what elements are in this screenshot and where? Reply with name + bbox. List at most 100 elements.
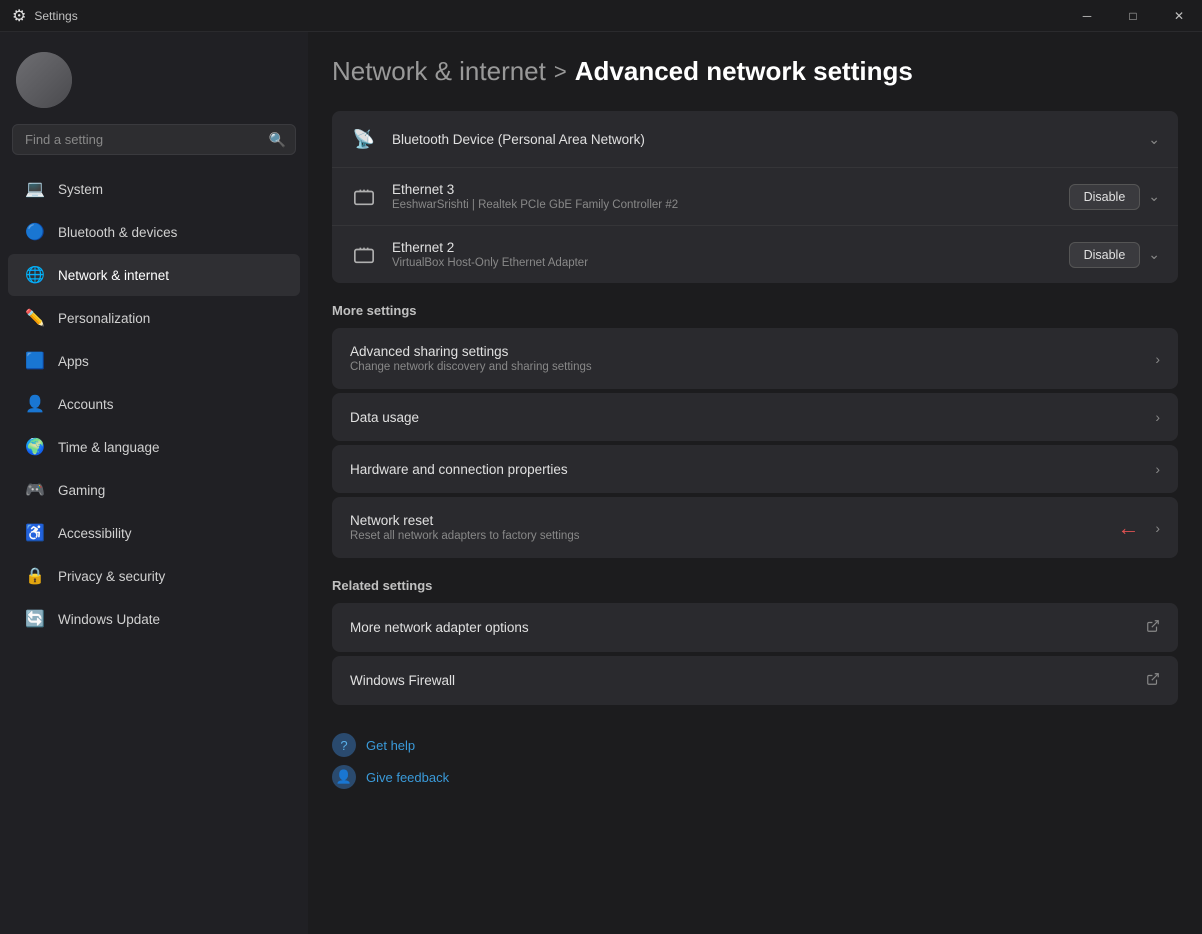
personalization-icon: ✏️: [24, 307, 46, 329]
sidebar-item-bluetooth[interactable]: 🔵 Bluetooth & devices: [8, 211, 300, 253]
titlebar: ⚙ Settings ─ □ ✕: [0, 0, 1202, 32]
hardware-properties-left: Hardware and connection properties: [350, 462, 568, 477]
apps-icon: 🟦: [24, 350, 46, 372]
sidebar-item-label: Bluetooth & devices: [58, 225, 177, 240]
sidebar: 🔍 💻 System 🔵 Bluetooth & devices 🌐 Netwo…: [0, 32, 308, 934]
hardware-properties-chevron: ›: [1155, 461, 1160, 477]
maximize-button[interactable]: □: [1110, 0, 1156, 32]
privacy-icon: 🔒: [24, 565, 46, 587]
sidebar-nav: 💻 System 🔵 Bluetooth & devices 🌐 Network…: [0, 163, 308, 934]
search-input[interactable]: [12, 124, 296, 155]
network-reset-sub: Reset all network adapters to factory se…: [350, 530, 579, 542]
sidebar-item-label: Windows Update: [58, 612, 160, 627]
sidebar-item-label: Apps: [58, 354, 89, 369]
get-help-link[interactable]: ? Get help: [332, 733, 1178, 757]
red-arrow-icon: ←: [1117, 515, 1139, 541]
accessibility-icon: ♿: [24, 522, 46, 544]
page-title: Advanced network settings: [575, 56, 913, 87]
network-reset-title: Network reset: [350, 513, 579, 528]
more-settings-label: More settings: [332, 303, 1178, 318]
sidebar-item-privacy[interactable]: 🔒 Privacy & security: [8, 555, 300, 597]
network-reset-chevron: ›: [1155, 520, 1160, 536]
adapter-options-title: More network adapter options: [350, 620, 529, 635]
disable-ethernet3-button[interactable]: Disable: [1069, 184, 1141, 210]
adapter-ethernet3-actions: Disable ⌄: [1069, 184, 1160, 210]
give-feedback-label: Give feedback: [366, 770, 449, 785]
adapter-ethernet2-sub: VirtualBox Host-Only Ethernet Adapter: [392, 257, 1055, 269]
system-icon: 💻: [24, 178, 46, 200]
time-icon: 🌍: [24, 436, 46, 458]
minimize-button[interactable]: ─: [1064, 0, 1110, 32]
hardware-properties-title: Hardware and connection properties: [350, 462, 568, 477]
network-reset-right: ← ›: [1117, 515, 1160, 541]
app-container: 🔍 💻 System 🔵 Bluetooth & devices 🌐 Netwo…: [0, 32, 1202, 934]
windows-firewall-external-icon: [1146, 672, 1160, 689]
give-feedback-link[interactable]: 👤 Give feedback: [332, 765, 1178, 789]
advanced-sharing-row[interactable]: Advanced sharing settings Change network…: [332, 328, 1178, 389]
data-usage-title: Data usage: [350, 410, 419, 425]
data-usage-row[interactable]: Data usage ›: [332, 393, 1178, 441]
sidebar-item-label: Network & internet: [58, 268, 169, 283]
adapter-row-bluetooth: 📡 Bluetooth Device (Personal Area Networ…: [332, 111, 1178, 168]
expand-ethernet2-icon[interactable]: ⌄: [1148, 246, 1160, 263]
page-header: Network & internet > Advanced network se…: [332, 32, 1178, 111]
gaming-icon: 🎮: [24, 479, 46, 501]
adapter-ethernet2-icon: [350, 241, 378, 269]
titlebar-left: ⚙ Settings: [12, 6, 78, 26]
related-settings-label: Related settings: [332, 578, 1178, 593]
sidebar-item-label: Gaming: [58, 483, 105, 498]
adapter-ethernet3-name: Ethernet 3: [392, 182, 1055, 197]
disable-ethernet2-button[interactable]: Disable: [1069, 242, 1141, 268]
titlebar-controls: ─ □ ✕: [1064, 0, 1202, 32]
adapter-ethernet3-text: Ethernet 3 EeshwarSrishti | Realtek PCIe…: [392, 182, 1055, 211]
settings-icon: ⚙: [12, 6, 26, 26]
advanced-sharing-sub: Change network discovery and sharing set…: [350, 361, 592, 373]
sidebar-item-accessibility[interactable]: ♿ Accessibility: [8, 512, 300, 554]
adapter-bluetooth-icon: 📡: [350, 125, 378, 153]
breadcrumb-separator: >: [554, 59, 567, 85]
sidebar-item-label: Accessibility: [58, 526, 132, 541]
adapter-ethernet2-name: Ethernet 2: [392, 240, 1055, 255]
sidebar-item-time[interactable]: 🌍 Time & language: [8, 426, 300, 468]
expand-ethernet3-icon[interactable]: ⌄: [1148, 188, 1160, 205]
help-links: ? Get help 👤 Give feedback: [332, 709, 1178, 797]
sidebar-item-network[interactable]: 🌐 Network & internet: [8, 254, 300, 296]
advanced-sharing-chevron: ›: [1155, 351, 1160, 367]
update-icon: 🔄: [24, 608, 46, 630]
expand-bluetooth-icon[interactable]: ⌄: [1148, 131, 1160, 148]
breadcrumb-parent: Network & internet: [332, 56, 546, 87]
network-reset-row[interactable]: Network reset Reset all network adapters…: [332, 497, 1178, 558]
sidebar-item-accounts[interactable]: 👤 Accounts: [8, 383, 300, 425]
adapter-options-external-icon: [1146, 619, 1160, 636]
adapter-bluetooth-actions: ⌄: [1148, 131, 1160, 148]
hardware-properties-row[interactable]: Hardware and connection properties ›: [332, 445, 1178, 493]
data-usage-chevron: ›: [1155, 409, 1160, 425]
adapter-ethernet2-text: Ethernet 2 VirtualBox Host-Only Ethernet…: [392, 240, 1055, 269]
give-feedback-icon: 👤: [332, 765, 356, 789]
network-reset-left: Network reset Reset all network adapters…: [350, 513, 579, 542]
sidebar-item-apps[interactable]: 🟦 Apps: [8, 340, 300, 382]
red-arrow-indicator: ←: [1117, 515, 1143, 541]
get-help-label: Get help: [366, 738, 415, 753]
breadcrumb: Network & internet > Advanced network se…: [332, 56, 1178, 87]
sidebar-item-label: Accounts: [58, 397, 114, 412]
adapter-ethernet3-icon: [350, 183, 378, 211]
sidebar-item-system[interactable]: 💻 System: [8, 168, 300, 210]
adapter-bluetooth-text: Bluetooth Device (Personal Area Network): [392, 132, 1134, 147]
adapter-ethernet2-actions: Disable ⌄: [1069, 242, 1160, 268]
adapter-ethernet3-sub: EeshwarSrishti | Realtek PCIe GbE Family…: [392, 199, 1055, 211]
adapters-card: 📡 Bluetooth Device (Personal Area Networ…: [332, 111, 1178, 283]
close-button[interactable]: ✕: [1156, 0, 1202, 32]
windows-firewall-row[interactable]: Windows Firewall: [332, 656, 1178, 705]
avatar-inner: [16, 52, 72, 108]
accounts-icon: 👤: [24, 393, 46, 415]
advanced-sharing-title: Advanced sharing settings: [350, 344, 592, 359]
sidebar-item-label: Privacy & security: [58, 569, 165, 584]
sidebar-item-update[interactable]: 🔄 Windows Update: [8, 598, 300, 640]
adapter-options-row[interactable]: More network adapter options: [332, 603, 1178, 652]
sidebar-item-personalization[interactable]: ✏️ Personalization: [8, 297, 300, 339]
sidebar-item-gaming[interactable]: 🎮 Gaming: [8, 469, 300, 511]
sidebar-item-label: Personalization: [58, 311, 150, 326]
adapter-row-ethernet2: Ethernet 2 VirtualBox Host-Only Ethernet…: [332, 226, 1178, 283]
sidebar-item-label: Time & language: [58, 440, 160, 455]
